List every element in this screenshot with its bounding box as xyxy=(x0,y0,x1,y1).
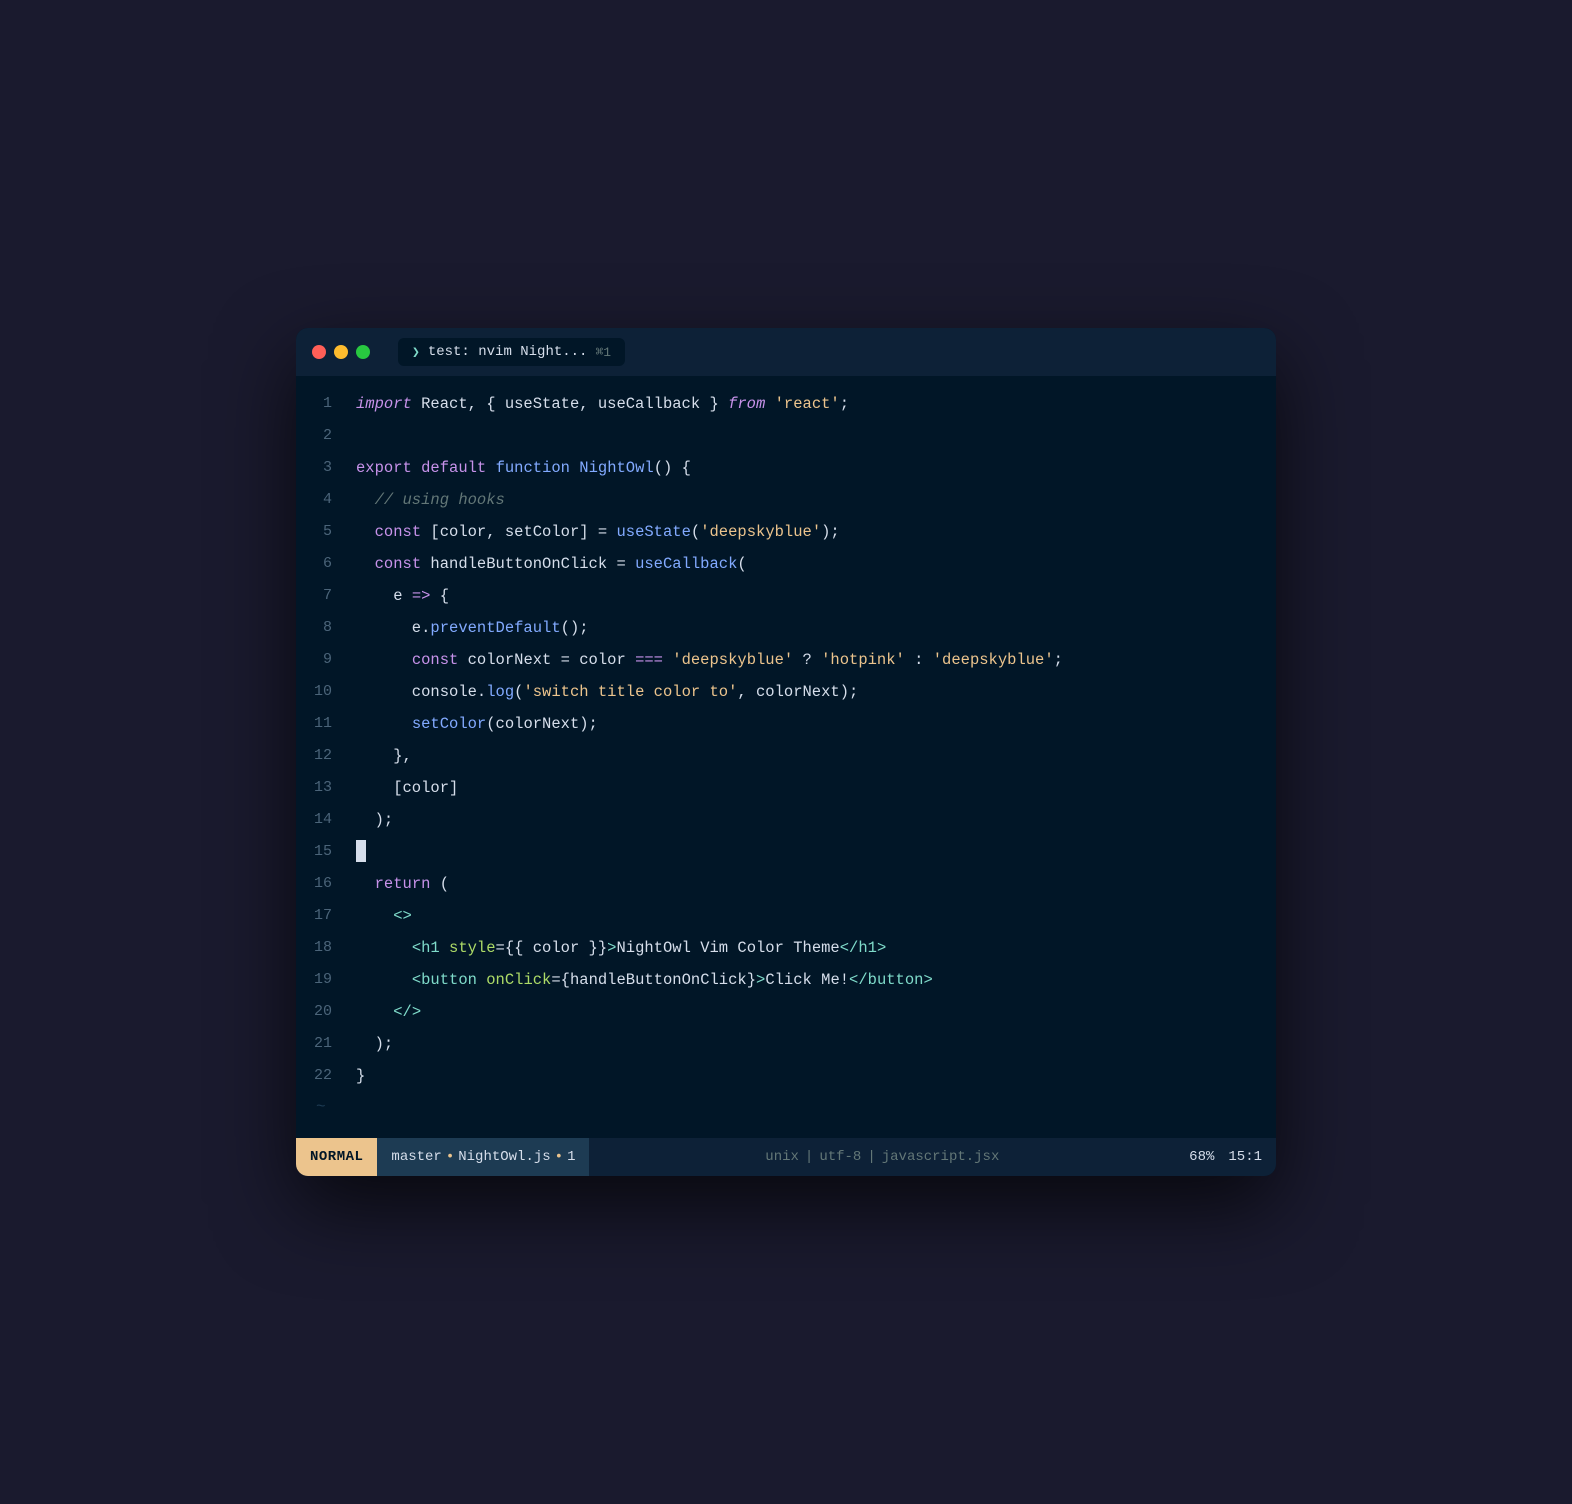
line-number-19: 19 xyxy=(296,964,348,996)
code-line-14: 14 ); xyxy=(296,804,1276,836)
line-number-17: 17 xyxy=(296,900,348,932)
code-line-19: 19 <button onClick={handleButtonOnClick}… xyxy=(296,964,1276,996)
code-line-6: 6 const handleButtonOnClick = useCallbac… xyxy=(296,548,1276,580)
line-content-14: ); xyxy=(348,804,1276,836)
code-line-13: 13 [color] xyxy=(296,772,1276,804)
line-content-7: e => { xyxy=(348,580,1276,612)
status-right: 68% 15:1 xyxy=(1175,1138,1276,1176)
line-content-3: export default function NightOwl() { xyxy=(348,452,1276,484)
line-number-3: 3 xyxy=(296,452,348,484)
code-line-15: 15 xyxy=(296,836,1276,868)
tilde-area: ~ xyxy=(296,1092,1276,1126)
titlebar: ❯ test: nvim Night... ⌘1 xyxy=(296,328,1276,376)
status-branch: master • NightOwl.js • 1 xyxy=(377,1138,589,1176)
status-position: 15:1 xyxy=(1228,1149,1262,1165)
line-number-21: 21 xyxy=(296,1028,348,1060)
terminal-icon: ❯ xyxy=(412,345,420,360)
line-content-21: ); xyxy=(348,1028,1276,1060)
line-number-10: 10 xyxy=(296,676,348,708)
tilde-1: ~ xyxy=(316,1092,1276,1122)
line-content-15 xyxy=(348,836,1276,868)
line-number-20: 20 xyxy=(296,996,348,1028)
line-content-11: setColor(colorNext); xyxy=(348,708,1276,740)
line-content-22: } xyxy=(348,1060,1276,1092)
line-content-6: const handleButtonOnClick = useCallback( xyxy=(348,548,1276,580)
code-line-8: 8 e.preventDefault(); xyxy=(296,612,1276,644)
maximize-button[interactable] xyxy=(356,345,370,359)
minimize-button[interactable] xyxy=(334,345,348,359)
line-number-15: 15 xyxy=(296,836,348,868)
line-content-10: console.log('switch title color to', col… xyxy=(348,676,1276,708)
status-filetype: javascript.jsx xyxy=(882,1149,1000,1165)
line-number-8: 8 xyxy=(296,612,348,644)
code-line-17: 17 <> xyxy=(296,900,1276,932)
status-bufnum: 1 xyxy=(567,1149,575,1165)
code-line-16: 16 return ( xyxy=(296,868,1276,900)
line-content-17: <> xyxy=(348,900,1276,932)
cursor xyxy=(356,840,366,862)
line-content-13: [color] xyxy=(348,772,1276,804)
code-line-1: 1 import React, { useState, useCallback … xyxy=(296,388,1276,420)
line-content-9: const colorNext = color === 'deepskyblue… xyxy=(348,644,1276,676)
code-line-7: 7 e => { xyxy=(296,580,1276,612)
line-number-9: 9 xyxy=(296,644,348,676)
code-line-20: 20 </> xyxy=(296,996,1276,1028)
branch-name: master xyxy=(391,1149,441,1165)
line-number-11: 11 xyxy=(296,708,348,740)
line-content-12: }, xyxy=(348,740,1276,772)
line-number-22: 22 xyxy=(296,1060,348,1092)
editor-window: ❯ test: nvim Night... ⌘1 1 import React,… xyxy=(296,328,1276,1176)
status-dot1: • xyxy=(446,1149,454,1165)
code-line-11: 11 setColor(colorNext); xyxy=(296,708,1276,740)
status-mode: NORMAL xyxy=(296,1138,377,1176)
line-content-16: return ( xyxy=(348,868,1276,900)
line-number-16: 16 xyxy=(296,868,348,900)
code-line-4: 4 // using hooks xyxy=(296,484,1276,516)
code-line-21: 21 ); xyxy=(296,1028,1276,1060)
line-number-7: 7 xyxy=(296,580,348,612)
status-center: unix | utf-8 | javascript.jsx xyxy=(589,1149,1175,1165)
line-number-4: 4 xyxy=(296,484,348,516)
code-editor[interactable]: 1 import React, { useState, useCallback … xyxy=(296,376,1276,1138)
line-content-19: <button onClick={handleButtonOnClick}>Cl… xyxy=(348,964,1276,996)
code-line-5: 5 const [color, setColor] = useState('de… xyxy=(296,516,1276,548)
tab-shortcut: ⌘1 xyxy=(595,345,611,360)
status-fileformat: unix xyxy=(765,1149,799,1165)
line-number-14: 14 xyxy=(296,804,348,836)
code-line-10: 10 console.log('switch title color to', … xyxy=(296,676,1276,708)
line-number-1: 1 xyxy=(296,388,348,420)
line-content-4: // using hooks xyxy=(348,484,1276,516)
line-content-8: e.preventDefault(); xyxy=(348,612,1276,644)
tab[interactable]: ❯ test: nvim Night... ⌘1 xyxy=(398,338,625,366)
close-button[interactable] xyxy=(312,345,326,359)
line-content-20: </> xyxy=(348,996,1276,1028)
status-sep1: | xyxy=(805,1149,813,1165)
line-content-1: import React, { useState, useCallback } … xyxy=(348,388,1276,420)
status-filename: NightOwl.js xyxy=(458,1149,550,1165)
line-number-2: 2 xyxy=(296,420,348,452)
line-number-13: 13 xyxy=(296,772,348,804)
line-number-6: 6 xyxy=(296,548,348,580)
tab-title: test: nvim Night... xyxy=(428,344,588,360)
line-number-18: 18 xyxy=(296,932,348,964)
code-line-18: 18 <h1 style={{ color }}>NightOwl Vim Co… xyxy=(296,932,1276,964)
status-sep2: | xyxy=(867,1149,875,1165)
code-line-12: 12 }, xyxy=(296,740,1276,772)
statusbar: NORMAL master • NightOwl.js • 1 unix | u… xyxy=(296,1138,1276,1176)
status-dot2: • xyxy=(555,1149,563,1165)
code-line-9: 9 const colorNext = color === 'deepskybl… xyxy=(296,644,1276,676)
status-encoding: utf-8 xyxy=(819,1149,861,1165)
status-percent: 68% xyxy=(1189,1149,1214,1165)
line-number-5: 5 xyxy=(296,516,348,548)
line-content-5: const [color, setColor] = useState('deep… xyxy=(348,516,1276,548)
code-line-2: 2 xyxy=(296,420,1276,452)
code-line-3: 3 export default function NightOwl() { xyxy=(296,452,1276,484)
line-number-12: 12 xyxy=(296,740,348,772)
line-content-18: <h1 style={{ color }}>NightOwl Vim Color… xyxy=(348,932,1276,964)
code-line-22: 22 } xyxy=(296,1060,1276,1092)
